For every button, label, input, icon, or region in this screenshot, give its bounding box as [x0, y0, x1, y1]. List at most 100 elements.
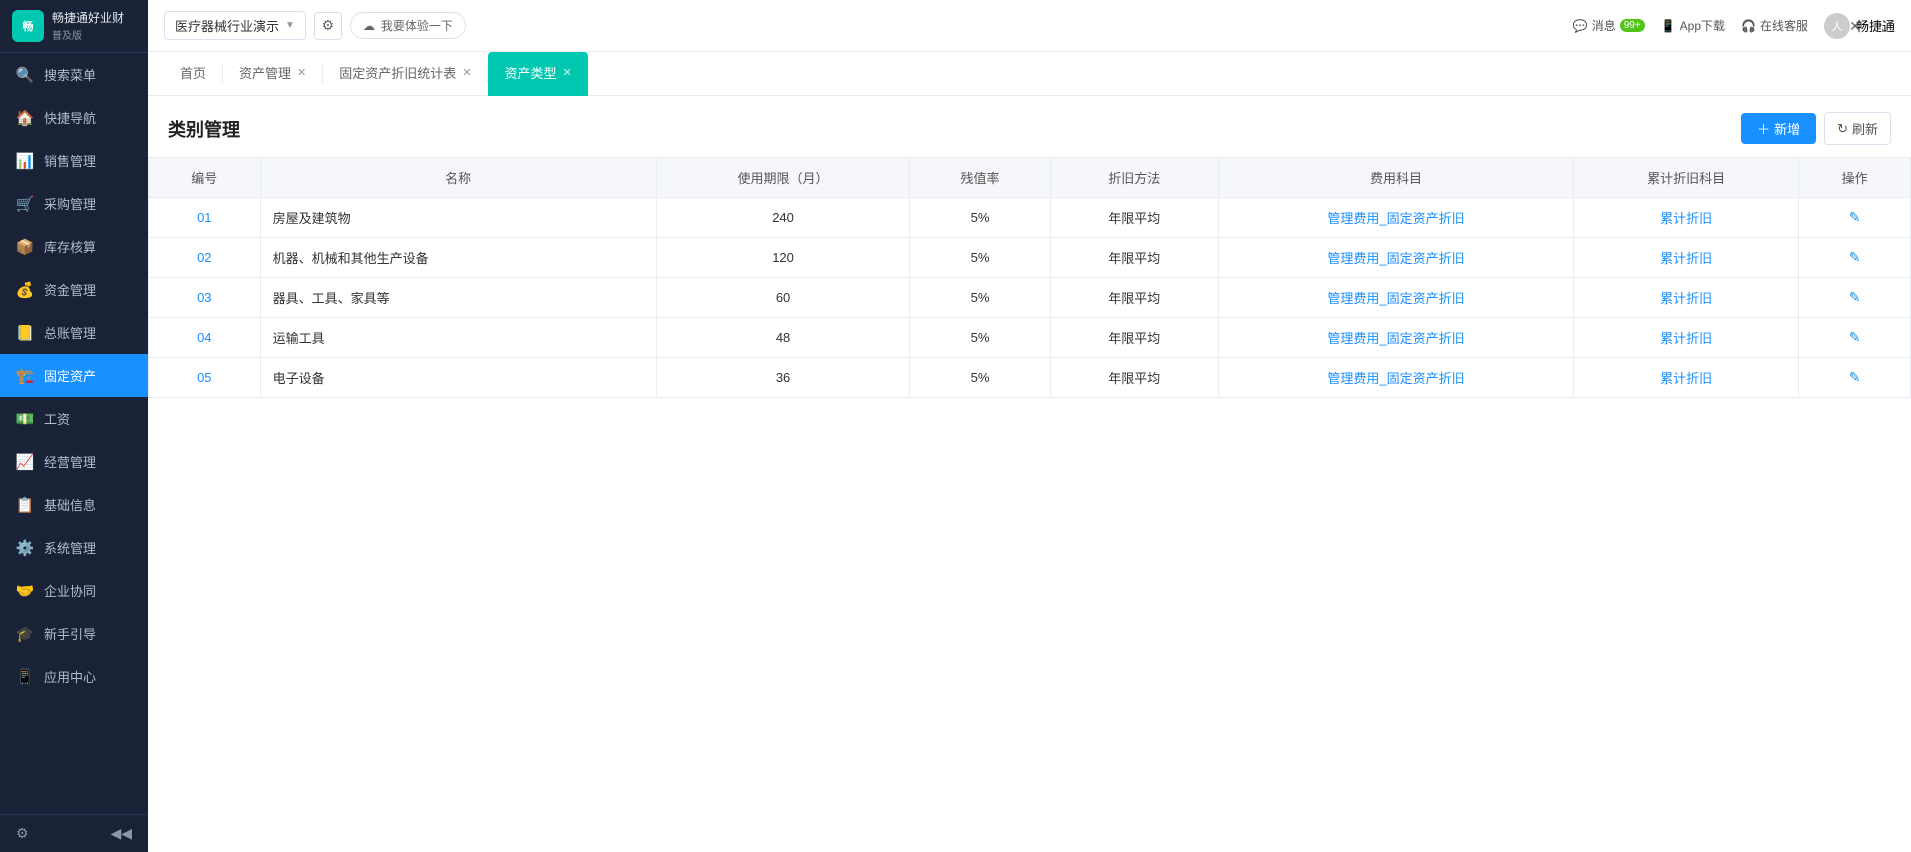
settings-bottom-icon[interactable]: ⚙ — [16, 825, 29, 842]
cell-action[interactable]: ✎ — [1799, 198, 1911, 238]
cell-action[interactable]: ✎ — [1799, 358, 1911, 398]
cell-residual-rate: 5% — [910, 278, 1050, 318]
edit-icon[interactable]: ✎ — [1849, 209, 1861, 225]
messages-badge: 99+ — [1620, 19, 1645, 32]
cell-name: 机器、机械和其他生产设备 — [260, 238, 656, 278]
sidebar-scroll: 🔍 搜索菜单 🏠 快捷导航 📊 销售管理 🛒 采购管理 📦 库存核算 💰 资金管… — [0, 53, 148, 814]
sidebar-item-label: 库存核算 — [44, 237, 96, 256]
cell-period: 120 — [656, 238, 910, 278]
sidebar-item-search[interactable]: 🔍 搜索菜单 — [0, 53, 148, 96]
company-settings-button[interactable]: ⚙ — [314, 12, 342, 40]
sidebar-item-sales[interactable]: 📊 销售管理 — [0, 139, 148, 182]
sidebar-item-inventory[interactable]: 📦 库存核算 — [0, 225, 148, 268]
app-icon: 📱 — [16, 668, 34, 686]
tab-asset-mgmt-close[interactable]: ✕ — [297, 66, 306, 79]
cell-action[interactable]: ✎ — [1799, 318, 1911, 358]
cell-depreciation-method: 年限平均 — [1050, 358, 1219, 398]
cell-name: 器具、工具、家具等 — [260, 278, 656, 318]
tab-asset-type-label: 资产类型 — [504, 63, 556, 82]
refresh-button[interactable]: ↻ 刷新 — [1824, 112, 1891, 145]
sidebar-item-cooperation[interactable]: 🤝 企业协同 — [0, 569, 148, 612]
sidebar-item-purchase[interactable]: 🛒 采购管理 — [0, 182, 148, 225]
sidebar-item-payroll[interactable]: 💵 工资 — [0, 397, 148, 440]
money-icon: 💰 — [16, 281, 34, 299]
tab-asset-mgmt[interactable]: 资产管理 ✕ — [223, 52, 322, 96]
close-window-button[interactable]: ✕ — [1839, 10, 1871, 42]
edit-icon[interactable]: ✎ — [1849, 249, 1861, 265]
sidebar-item-quicknav[interactable]: 🏠 快捷导航 — [0, 96, 148, 139]
cell-id: 02 — [149, 238, 261, 278]
cell-depreciation-method: 年限平均 — [1050, 278, 1219, 318]
experience-button[interactable]: ☁ 我要体验一下 — [350, 12, 466, 39]
sidebar-item-operations[interactable]: 📈 经营管理 — [0, 440, 148, 483]
sidebar-item-basic-info[interactable]: 📋 基础信息 — [0, 483, 148, 526]
new-button[interactable]: ＋ 新增 — [1741, 113, 1816, 144]
cell-id: 05 — [149, 358, 261, 398]
tab-asset-type[interactable]: 资产类型 ✕ — [488, 52, 587, 96]
company-name: 医疗器械行业演示 — [175, 16, 279, 35]
cell-expense-subject: 管理费用_固定资产折旧 — [1219, 278, 1574, 318]
sidebar-item-label: 经营管理 — [44, 452, 96, 471]
sidebar-item-guide[interactable]: 🎓 新手引导 — [0, 612, 148, 655]
header-actions: ＋ 新增 ↻ 刷新 — [1741, 112, 1891, 145]
cloud-icon: ☁ — [363, 19, 375, 33]
cell-residual-rate: 5% — [910, 318, 1050, 358]
table-row: 04 运输工具 48 5% 年限平均 管理费用_固定资产折旧 累计折旧 ✎ — [149, 318, 1911, 358]
cell-action[interactable]: ✎ — [1799, 278, 1911, 318]
sidebar-item-fixed-assets[interactable]: 🏗️ 固定资产 — [0, 354, 148, 397]
cell-name: 房屋及建筑物 — [260, 198, 656, 238]
search-icon: 🔍 — [16, 66, 34, 84]
tab-depreciation-close[interactable]: ✕ — [462, 66, 471, 79]
chevron-down-icon: ▼ — [285, 20, 295, 31]
cell-expense-subject: 管理费用_固定资产折旧 — [1219, 358, 1574, 398]
chart-icon: 📊 — [16, 152, 34, 170]
tab-asset-mgmt-label: 资产管理 — [239, 63, 291, 82]
col-header-depreciation: 折旧方法 — [1050, 158, 1219, 198]
col-header-name: 名称 — [260, 158, 656, 198]
sidebar-item-system[interactable]: ⚙️ 系统管理 — [0, 526, 148, 569]
app-download-action[interactable]: 📱 App下载 — [1661, 17, 1725, 34]
building-icon: 🏗️ — [16, 367, 34, 385]
home-icon: 🏠 — [16, 109, 34, 127]
cell-depreciation-method: 年限平均 — [1050, 198, 1219, 238]
message-icon: 💬 — [1573, 19, 1588, 33]
customer-service-label: 在线客服 — [1760, 17, 1808, 34]
guide-icon: 🎓 — [16, 625, 34, 643]
sidebar-item-app-center[interactable]: 📱 应用中心 — [0, 655, 148, 698]
edit-icon[interactable]: ✎ — [1849, 369, 1861, 385]
sidebar-item-label: 快捷导航 — [44, 108, 96, 127]
sidebar-item-finance[interactable]: 💰 资金管理 — [0, 268, 148, 311]
company-selector[interactable]: 医疗器械行业演示 ▼ — [164, 11, 306, 40]
cell-accumulated-subject: 累计折旧 — [1573, 238, 1798, 278]
edit-icon[interactable]: ✎ — [1849, 289, 1861, 305]
cell-name: 电子设备 — [260, 358, 656, 398]
sidebar-item-ledger[interactable]: 📒 总账管理 — [0, 311, 148, 354]
handshake-icon: 🤝 — [16, 582, 34, 600]
sidebar-item-label: 系统管理 — [44, 538, 96, 557]
new-button-label: 新增 — [1774, 119, 1800, 138]
cell-action[interactable]: ✎ — [1799, 238, 1911, 278]
tab-home[interactable]: 首页 — [164, 52, 222, 96]
tab-asset-type-close[interactable]: ✕ — [563, 66, 572, 79]
tab-depreciation-report[interactable]: 固定资产折旧统计表 ✕ — [323, 52, 487, 96]
messages-action[interactable]: 💬 消息 99+ — [1573, 17, 1645, 34]
logo-text: 畅捷通好业财 — [52, 10, 124, 27]
box-icon: 📦 — [16, 238, 34, 256]
cell-residual-rate: 5% — [910, 358, 1050, 398]
page-header: 类别管理 ＋ 新增 ↻ 刷新 — [148, 96, 1911, 157]
maximize-window-button[interactable]: ⤢ — [1871, 10, 1903, 42]
customer-service-action[interactable]: 🎧 在线客服 — [1741, 17, 1808, 34]
experience-label: 我要体验一下 — [381, 17, 453, 34]
sidebar-item-label: 固定资产 — [44, 366, 96, 385]
cell-expense-subject: 管理费用_固定资产折旧 — [1219, 318, 1574, 358]
cell-period: 48 — [656, 318, 910, 358]
edit-icon[interactable]: ✎ — [1849, 329, 1861, 345]
sidebar-item-label: 资金管理 — [44, 280, 96, 299]
tabbar: 首页 资产管理 ✕ 固定资产折旧统计表 ✕ 资产类型 ✕ — [148, 52, 1911, 96]
cell-accumulated-subject: 累计折旧 — [1573, 358, 1798, 398]
col-header-residual: 残值率 — [910, 158, 1050, 198]
table-row: 01 房屋及建筑物 240 5% 年限平均 管理费用_固定资产折旧 累计折旧 ✎ — [149, 198, 1911, 238]
col-header-accumulated: 累计折旧科目 — [1573, 158, 1798, 198]
collapse-icon[interactable]: ◀◀ — [110, 825, 132, 842]
cell-depreciation-method: 年限平均 — [1050, 238, 1219, 278]
